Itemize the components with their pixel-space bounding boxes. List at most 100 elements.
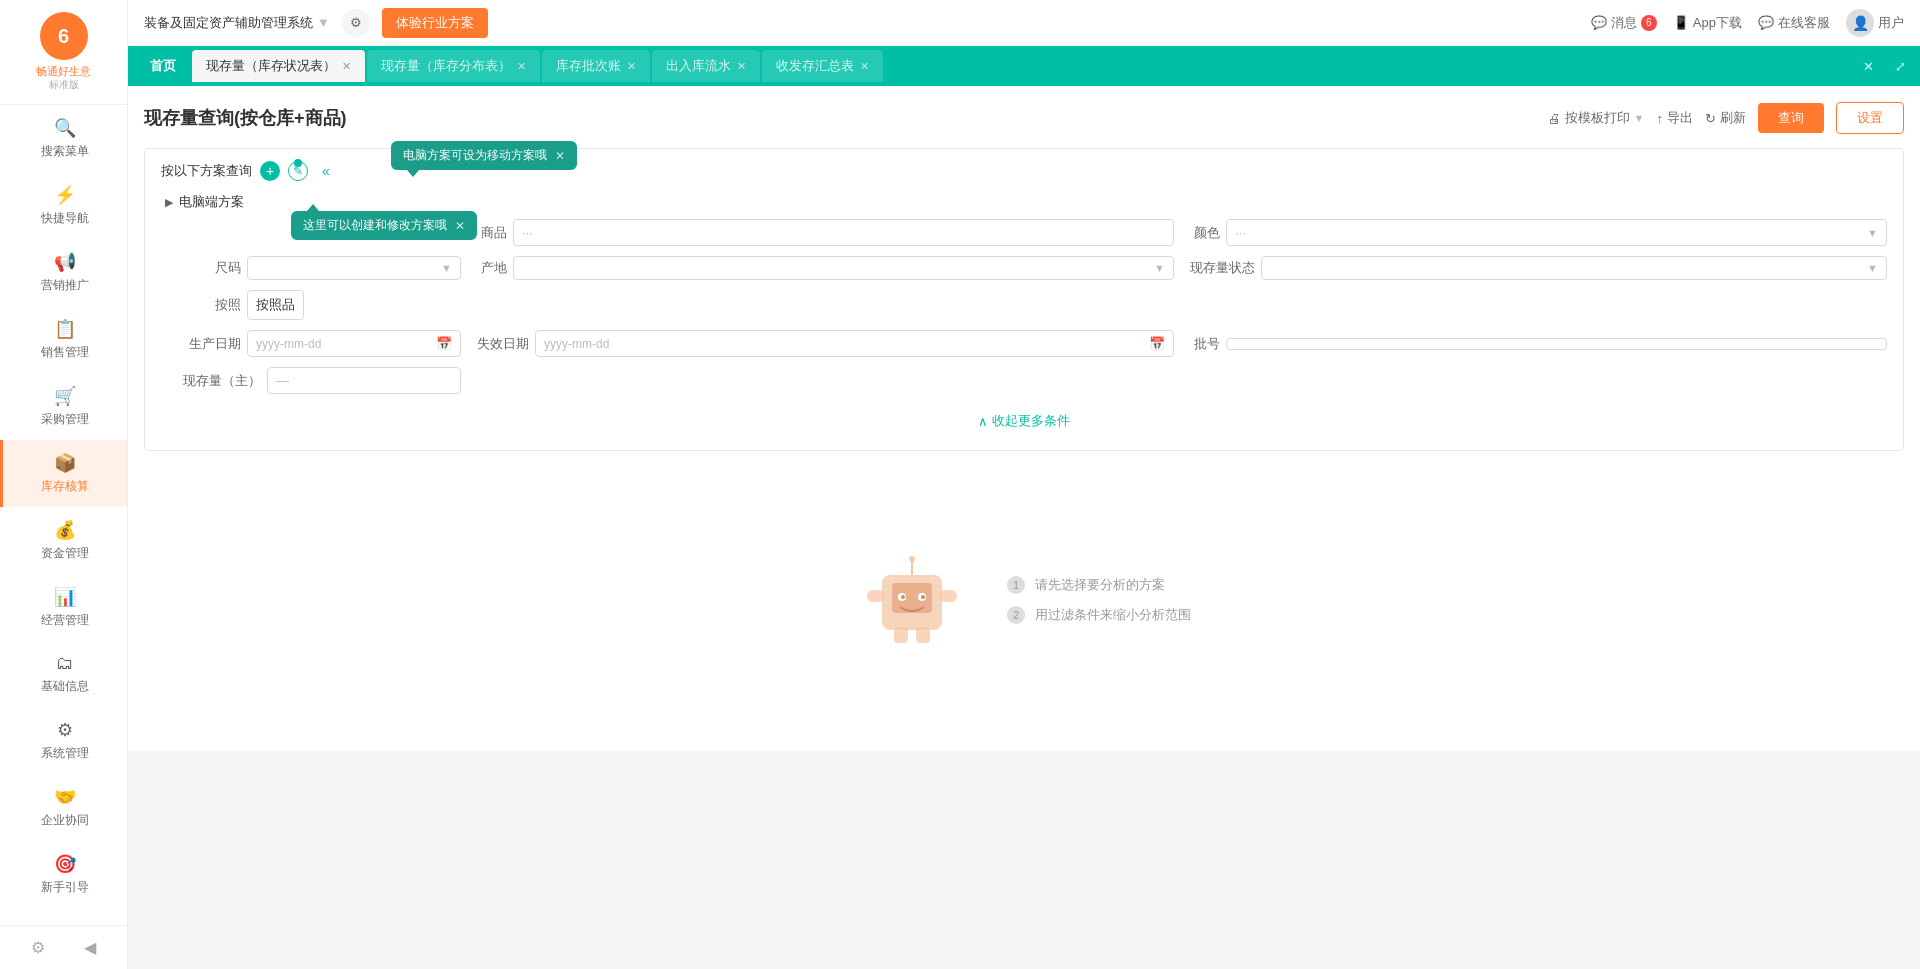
- tab-inventory-dist-close[interactable]: ✕: [517, 60, 526, 73]
- form-item-color: 颜色 ··· ▼: [1190, 219, 1887, 246]
- tooltip2-arrow: [307, 204, 319, 211]
- produce-date-input[interactable]: yyyy-mm-dd 📅: [247, 330, 461, 357]
- tab-inventory-status-label: 现存量（库存状况表）: [206, 57, 336, 75]
- tip2-text: 用过滤条件来缩小分析范围: [1035, 606, 1191, 624]
- quick-icon: ⚡: [54, 184, 76, 206]
- expand-icon[interactable]: ⤢: [1888, 54, 1912, 78]
- svg-rect-7: [939, 590, 957, 602]
- goods-label: 商品: [477, 224, 507, 242]
- stock-state-dropdown-arrow: ▼: [1867, 262, 1878, 274]
- print-button[interactable]: 🖨 按模板打印 ▼: [1548, 109, 1645, 127]
- experience-button[interactable]: 体验行业方案: [382, 8, 488, 38]
- sidebar-item-newbie[interactable]: 🎯 新手引导: [0, 841, 127, 908]
- tab-inout-flow-label: 出入库流水: [666, 57, 731, 75]
- color-dots: ···: [1235, 225, 1246, 240]
- tab-inout-flow[interactable]: 出入库流水 ✕: [652, 50, 760, 82]
- dot-indicator: [294, 159, 302, 167]
- enterprise-icon: 🤝: [54, 786, 76, 808]
- settings-footer-btn[interactable]: ⚙: [31, 938, 45, 957]
- sidebar-item-label: 资金管理: [41, 545, 89, 562]
- sidebar-item-label: 经营管理: [41, 612, 89, 629]
- tab-batch-account-close[interactable]: ✕: [627, 60, 636, 73]
- collapse-button[interactable]: ∧ 收起更多条件: [161, 404, 1887, 438]
- filter-edit-button[interactable]: ✎: [288, 161, 308, 181]
- form-item-size: 尺码 ▼: [181, 256, 461, 280]
- stock-state-label: 现存量状态: [1190, 259, 1255, 277]
- expire-date-input[interactable]: yyyy-mm-dd 📅: [535, 330, 1174, 357]
- tab-home[interactable]: 首页: [136, 50, 190, 82]
- user-menu[interactable]: 👤 用户: [1846, 9, 1904, 37]
- notification-label: 消息: [1611, 14, 1637, 32]
- sidebar-item-quick[interactable]: ⚡ 快捷导航: [0, 172, 127, 239]
- pc-scheme-expand[interactable]: ▶: [165, 196, 173, 209]
- svg-rect-11: [916, 627, 930, 643]
- gear-button[interactable]: ⚙: [342, 9, 370, 37]
- tab-batch-account[interactable]: 库存批次账 ✕: [542, 50, 650, 82]
- filter-panel: 按以下方案查询 + ✎ « 电脑方案可设为移动方案哦: [144, 148, 1904, 451]
- app-download-label: App下载: [1693, 14, 1742, 32]
- export-label: 导出: [1667, 109, 1693, 127]
- tab-collect-summary-close[interactable]: ✕: [860, 60, 869, 73]
- avatar: 👤: [1846, 9, 1874, 37]
- stock-state-dropdown[interactable]: ▼: [1261, 256, 1887, 280]
- sidebar-item-label: 基础信息: [41, 678, 89, 695]
- sidebar-item-purchase[interactable]: 🛒 采购管理: [0, 373, 127, 440]
- tab-collect-summary[interactable]: 收发存汇总表 ✕: [762, 50, 883, 82]
- tooltip2-close[interactable]: ✕: [455, 219, 465, 233]
- form-item-bytype: 按照 按照品: [181, 290, 461, 320]
- logo-icon: 6: [40, 12, 88, 60]
- origin-dropdown[interactable]: ▼: [513, 256, 1174, 280]
- sidebar-item-search[interactable]: 🔍 搜索菜单: [0, 105, 127, 172]
- goods-input[interactable]: ···: [513, 219, 1174, 246]
- online-service-button[interactable]: 💬 在线客服: [1758, 14, 1830, 32]
- inventory-icon: 📦: [54, 452, 76, 474]
- app-download-button[interactable]: 📱 App下载: [1673, 14, 1742, 32]
- system-name: 装备及固定资产辅助管理系统: [144, 14, 313, 32]
- tab-inventory-dist[interactable]: 现存量（库存分布表） ✕: [367, 50, 540, 82]
- header-right: 💬 消息 6 📱 App下载 💬 在线客服 👤 用户: [1591, 9, 1904, 37]
- sidebar-item-inventory[interactable]: 📦 库存核算: [0, 440, 127, 507]
- service-icon: 💬: [1758, 15, 1774, 30]
- sidebar-nav: 🔍 搜索菜单 ⚡ 快捷导航 📢 营销推广 📋 销售管理 🛒 采购管理 📦: [0, 105, 127, 925]
- form-row-3: 按照 按照品: [161, 290, 1887, 320]
- system-selector[interactable]: 装备及固定资产辅助管理系统 ▼: [144, 14, 330, 32]
- refresh-label: 刷新: [1720, 109, 1746, 127]
- form-item-goods: 商品 ···: [477, 219, 1174, 246]
- close-all-icon[interactable]: ✕: [1856, 54, 1880, 78]
- filter-arrow-button[interactable]: «: [316, 161, 336, 181]
- sidebar-item-enterprise[interactable]: 🤝 企业协同: [0, 774, 127, 841]
- filter-add-button[interactable]: +: [260, 161, 280, 181]
- set-button[interactable]: 设置: [1836, 102, 1904, 134]
- tab-inout-flow-close[interactable]: ✕: [737, 60, 746, 73]
- sidebar-item-marketing[interactable]: 📢 营销推广: [0, 239, 127, 306]
- form-row-5: 现存量（主） —: [161, 367, 1887, 394]
- tab-inventory-status[interactable]: 现存量（库存状况表） ✕: [192, 50, 365, 82]
- bytype-label: 按照: [181, 296, 241, 314]
- color-label: 颜色: [1190, 224, 1220, 242]
- sidebar-item-basic[interactable]: 🗂 基础信息: [0, 641, 127, 707]
- query-button[interactable]: 查询: [1758, 103, 1824, 133]
- sidebar-item-sales[interactable]: 📋 销售管理: [0, 306, 127, 373]
- sidebar-item-operation[interactable]: 📊 经营管理: [0, 574, 127, 641]
- top-header: 装备及固定资产辅助管理系统 ▼ ⚙ 体验行业方案 💬 消息 6 📱 App下载 …: [128, 0, 1920, 46]
- sidebar-item-finance[interactable]: 💰 资金管理: [0, 507, 127, 574]
- bytype-input[interactable]: 按照品: [247, 290, 304, 320]
- tab-inventory-status-close[interactable]: ✕: [342, 60, 351, 73]
- color-dropdown-arrow: ▼: [1867, 227, 1878, 239]
- color-dropdown[interactable]: ··· ▼: [1226, 219, 1887, 246]
- empty-tips: 1 请先选择要分析的方案 2 用过滤条件来缩小分析范围: [1007, 576, 1191, 624]
- export-button[interactable]: ↑ 导出: [1657, 109, 1694, 127]
- basic-icon: 🗂: [56, 653, 74, 674]
- sidebar-item-system[interactable]: ⚙ 系统管理: [0, 707, 127, 774]
- online-service-label: 在线客服: [1778, 14, 1830, 32]
- notification-button[interactable]: 💬 消息 6: [1591, 14, 1657, 32]
- sidebar-item-label: 系统管理: [41, 745, 89, 762]
- collapse-footer-btn[interactable]: ◀: [84, 938, 96, 957]
- size-label: 尺码: [181, 259, 241, 277]
- size-dropdown[interactable]: ▼: [247, 256, 461, 280]
- batch-input[interactable]: [1226, 338, 1887, 350]
- tooltip1-close[interactable]: ✕: [555, 149, 565, 163]
- stock-qty-input[interactable]: —: [267, 367, 461, 394]
- refresh-button[interactable]: ↻ 刷新: [1705, 109, 1746, 127]
- calendar-icon: 📅: [436, 336, 452, 351]
